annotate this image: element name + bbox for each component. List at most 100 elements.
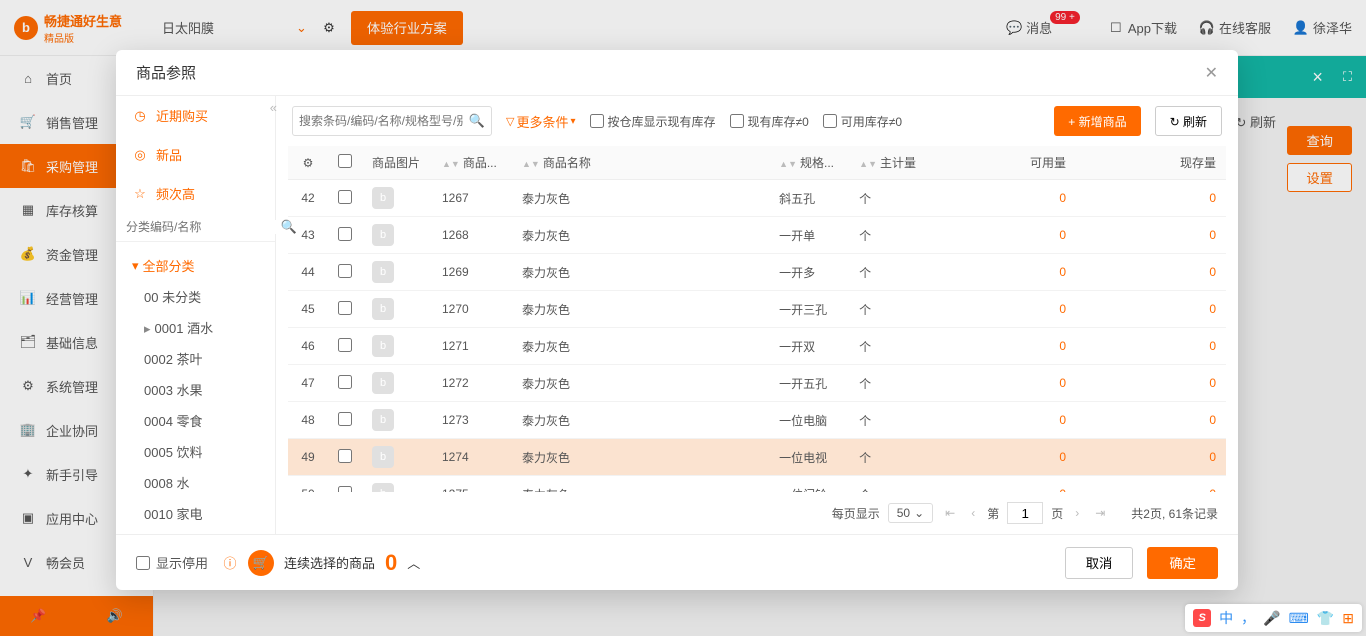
row-unit: 个 (849, 217, 926, 254)
col-checkbox[interactable] (328, 146, 362, 180)
category-node[interactable]: 0003 水果 (116, 374, 275, 405)
row-unit: 个 (849, 476, 926, 493)
col-code[interactable]: ▲▼商品... (432, 146, 512, 180)
row-image: b (362, 439, 432, 476)
row-checkbox[interactable] (328, 476, 362, 493)
row-avail: 0 (926, 291, 1076, 328)
gear-icon: ⚙ (303, 156, 314, 170)
add-product-button[interactable]: + 新增商品 (1054, 106, 1140, 136)
ime-toolbar[interactable]: S 中 ， 🎤 ⌨ 👕 ⊞ (1185, 604, 1362, 632)
row-index: 42 (288, 180, 328, 217)
row-onhand: 0 (1076, 180, 1226, 217)
col-avail[interactable]: 可用量 (926, 146, 1076, 180)
table-row[interactable]: 45b1270泰力灰色一开三孔个00 (288, 291, 1226, 328)
more-conditions[interactable]: ▽ 更多条件▾ (506, 112, 576, 131)
table-row[interactable]: 50b1275泰力灰色一位门铃个00 (288, 476, 1226, 493)
ck-avail-ne0[interactable]: 可用库存≠0 (823, 113, 902, 130)
row-checkbox[interactable] (328, 402, 362, 439)
category-node[interactable]: 00 未分类 (116, 281, 275, 312)
col-onhand[interactable]: 现存量 (1076, 146, 1226, 180)
ime-toolbox-icon[interactable]: ⊞ (1342, 610, 1354, 627)
last-page-icon[interactable]: ⇥ (1091, 504, 1109, 522)
ok-button[interactable]: 确定 (1147, 547, 1218, 579)
filter-recent-purchase[interactable]: ◷近期购买 (116, 96, 275, 135)
product-search: 🔍 (292, 106, 492, 136)
row-name: 泰力灰色 (512, 254, 769, 291)
row-index: 46 (288, 328, 328, 365)
page-input[interactable] (1007, 502, 1043, 524)
row-spec: 一开三孔 (769, 291, 849, 328)
category-node[interactable]: 0004 零食 (116, 405, 275, 436)
row-checkbox[interactable] (328, 180, 362, 217)
filter-new[interactable]: ◎新品 (116, 135, 275, 174)
category-root[interactable]: ▾ 全部分类 (116, 250, 275, 281)
per-page-select[interactable]: 50 ⌄ (888, 503, 933, 523)
show-disabled-checkbox[interactable]: 显示停用 (136, 553, 208, 572)
row-image: b (362, 402, 432, 439)
col-unit[interactable]: ▲▼主计量 (849, 146, 926, 180)
category-node[interactable]: 0001 酒水 (116, 312, 275, 343)
table-row[interactable]: 48b1273泰力灰色一位电脑个00 (288, 402, 1226, 439)
row-checkbox[interactable] (328, 291, 362, 328)
row-spec: 斜五孔 (769, 180, 849, 217)
table-row[interactable]: 42b1267泰力灰色斜五孔个00 (288, 180, 1226, 217)
row-index: 44 (288, 254, 328, 291)
help-icon[interactable]: ⓘ (222, 555, 238, 571)
close-icon[interactable]: ✕ (1205, 63, 1218, 83)
table-row[interactable]: 46b1271泰力灰色一开双个00 (288, 328, 1226, 365)
table-row[interactable]: 44b1269泰力灰色一开多个00 (288, 254, 1226, 291)
row-spec: 一位门铃 (769, 476, 849, 493)
search-icon[interactable]: 🔍 (281, 219, 297, 235)
category-search-input[interactable] (126, 220, 281, 234)
refresh-button[interactable]: ↻ 刷新 (1155, 106, 1222, 136)
row-onhand: 0 (1076, 402, 1226, 439)
table-row[interactable]: 47b1272泰力灰色一开五孔个00 (288, 365, 1226, 402)
category-node[interactable]: 0005 饮料 (116, 436, 275, 467)
row-spec: 一开单 (769, 217, 849, 254)
next-page-icon[interactable]: › (1071, 504, 1083, 522)
table-row[interactable]: 49b1274泰力灰色一位电视个00 (288, 439, 1226, 476)
ime-lang[interactable]: 中 (1219, 608, 1233, 628)
ime-punct[interactable]: ， (1241, 608, 1255, 628)
row-checkbox[interactable] (328, 217, 362, 254)
row-onhand: 0 (1076, 476, 1226, 493)
row-checkbox[interactable] (328, 254, 362, 291)
sogou-icon: S (1193, 609, 1211, 627)
col-spec[interactable]: ▲▼规格... (769, 146, 849, 180)
chevron-up-icon[interactable]: ︿ (407, 553, 420, 572)
ime-mic-icon[interactable]: 🎤 (1263, 610, 1280, 627)
row-avail: 0 (926, 476, 1076, 493)
row-checkbox[interactable] (328, 328, 362, 365)
cancel-button[interactable]: 取消 (1065, 547, 1134, 579)
prev-page-icon[interactable]: ‹ (967, 504, 979, 522)
ime-skin-icon[interactable]: 👕 (1317, 610, 1334, 627)
filter-frequent[interactable]: ☆频次高 (116, 174, 275, 213)
category-node[interactable]: 0010 家电 (116, 498, 275, 529)
col-gear[interactable]: ⚙ (288, 146, 328, 180)
collapse-left-icon[interactable]: « (270, 100, 277, 115)
row-onhand: 0 (1076, 328, 1226, 365)
row-checkbox[interactable] (328, 365, 362, 402)
row-checkbox[interactable] (328, 439, 362, 476)
ck-onhand-ne0[interactable]: 现有库存≠0 (730, 113, 809, 130)
row-avail: 0 (926, 180, 1076, 217)
ck-by-warehouse[interactable]: 按仓库显示现有库存 (590, 113, 716, 130)
search-icon[interactable]: 🔍 (469, 113, 485, 129)
page-summary: 共2页, 61条记录 (1131, 505, 1218, 522)
new-icon: ◎ (132, 147, 148, 163)
per-page-label: 每页显示 (832, 505, 880, 522)
product-search-input[interactable] (299, 114, 463, 128)
col-image[interactable]: 商品图片 (362, 146, 432, 180)
col-name[interactable]: ▲▼商品名称 (512, 146, 769, 180)
cart-icon: 🛒 (248, 550, 274, 576)
table-row[interactable]: 43b1268泰力灰色一开单个00 (288, 217, 1226, 254)
ime-keyboard-icon[interactable]: ⌨ (1289, 610, 1309, 627)
modal-right-panel: 🔍 ▽ 更多条件▾ 按仓库显示现有库存 现有库存≠0 可用库存≠0 + 新增商品… (276, 96, 1238, 534)
row-spec: 一开多 (769, 254, 849, 291)
category-node[interactable]: 0008 水 (116, 467, 275, 498)
modal-footer: 显示停用 ⓘ 🛒 连续选择的商品 0 ︿ 取消 确定 (116, 534, 1238, 590)
first-page-icon[interactable]: ⇤ (941, 504, 959, 522)
category-node[interactable]: 0002 茶叶 (116, 343, 275, 374)
row-code: 1270 (432, 291, 512, 328)
row-code: 1273 (432, 402, 512, 439)
